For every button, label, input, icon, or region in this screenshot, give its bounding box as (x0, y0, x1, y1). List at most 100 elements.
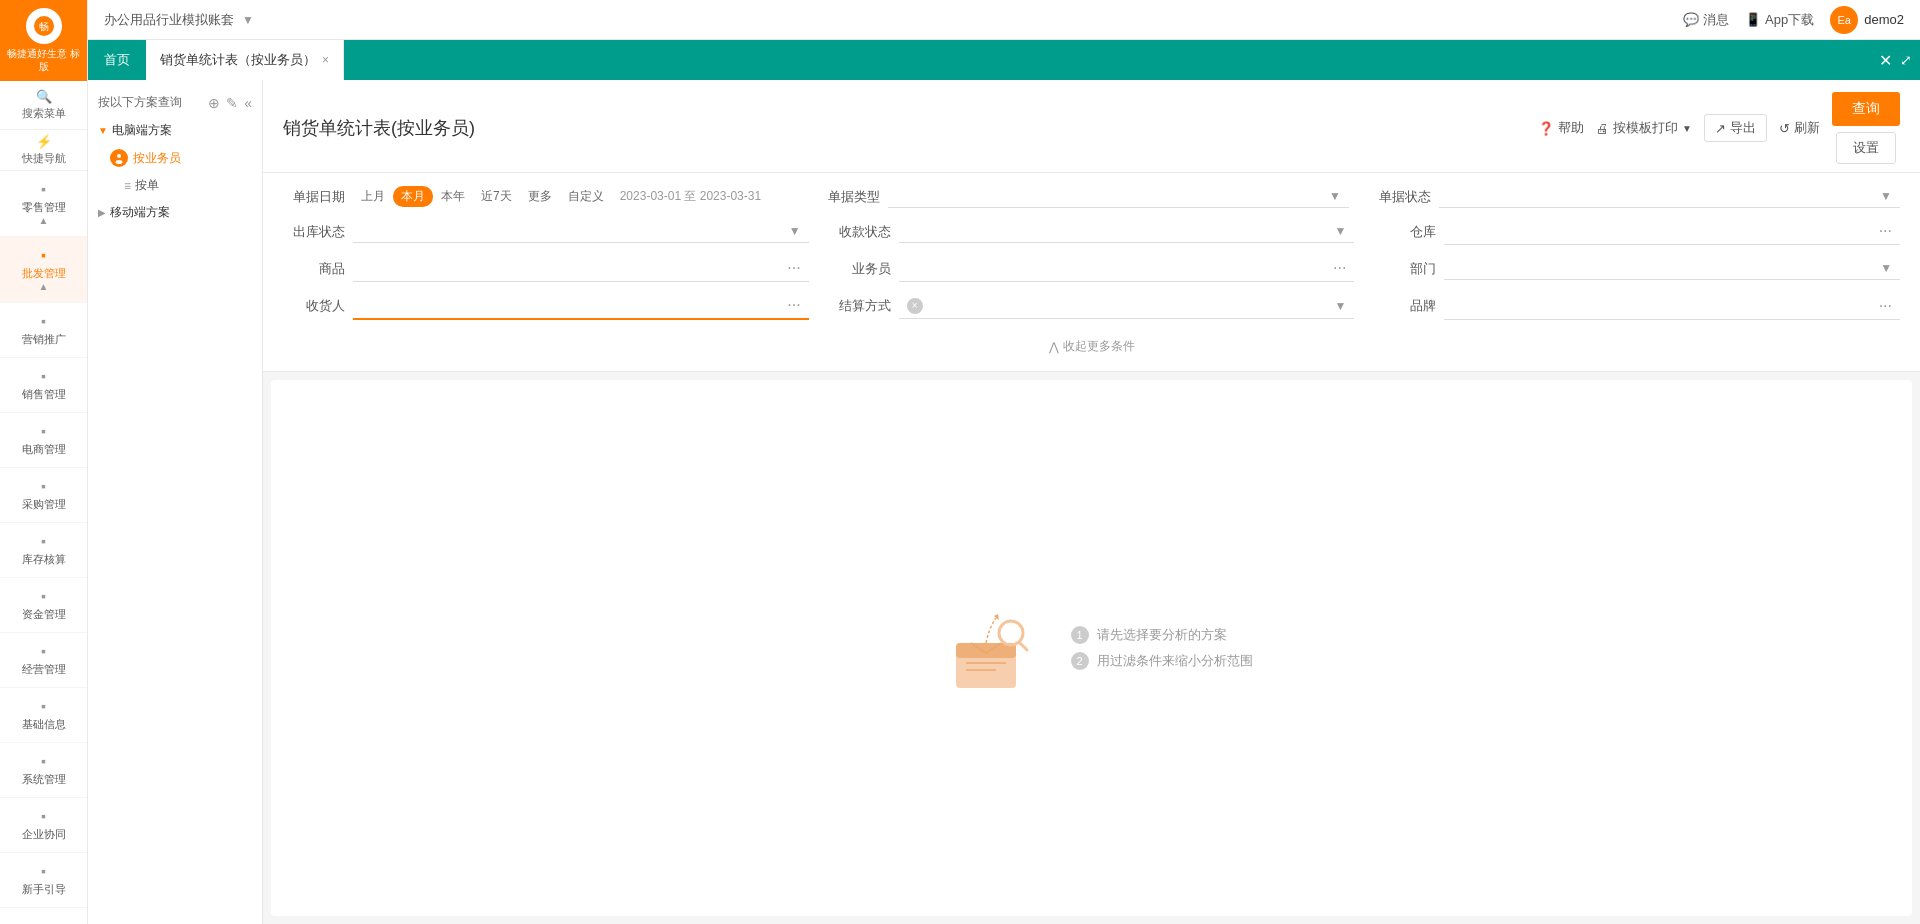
quick-nav[interactable]: ⚡ 快捷导航 (0, 130, 87, 171)
left-panel-icons: ⊕ ✎ « (208, 95, 252, 111)
left-panel: 按以下方案查询 ⊕ ✎ « ▼ 电脑端方案 按业务员 (88, 80, 263, 924)
phone-icon: 📱 (1745, 12, 1761, 27)
tip1-number: 1 (1071, 626, 1089, 644)
sidebar-nav-item-2[interactable]: ▪ 营销推广 (0, 303, 87, 358)
warehouse-label: 仓库 (1374, 223, 1444, 241)
collapse-row: ⋀ 收起更多条件 (283, 330, 1900, 359)
mobile-group-title[interactable]: ▶ 移动端方案 (88, 199, 262, 226)
query-button[interactable]: 查询 (1832, 92, 1900, 126)
date-tab-more[interactable]: 更多 (520, 186, 560, 207)
nav-icon-12: ▪ (41, 863, 46, 879)
date-tab-this-year[interactable]: 本年 (433, 186, 473, 207)
sidebar-nav-item-3[interactable]: ▪ 销售管理 (0, 358, 87, 413)
sidebar-nav-item-6[interactable]: ▪ 库存核算 (0, 523, 87, 578)
tab-controls: ✕ ⤢ (1871, 51, 1920, 70)
pc-scheme-group: ▼ 电脑端方案 按业务员 ≡ 按单 (88, 117, 262, 199)
department-label: 部门 (1374, 260, 1444, 278)
settings-button[interactable]: 设置 (1836, 132, 1896, 164)
settlement-select[interactable]: × ▼ (899, 294, 1355, 319)
app-download-label: App下载 (1765, 11, 1814, 29)
sidebar-nav-item-13[interactable]: ▪ 应用中心 (0, 908, 87, 924)
scheme-by-doc[interactable]: ≡ 按单 (88, 172, 262, 199)
search-icon: 🔍 (36, 89, 52, 104)
goods-dots[interactable]: ··· (787, 259, 800, 277)
brand-dots[interactable]: ··· (1879, 297, 1892, 315)
maximize-icon[interactable]: ⤢ (1900, 52, 1912, 68)
scheme-by-salesperson[interactable]: 按业务员 (88, 144, 262, 172)
mobile-scheme-group: ▶ 移动端方案 (88, 199, 262, 226)
warehouse-dots[interactable]: ··· (1879, 222, 1892, 240)
sidebar-nav-item-1[interactable]: ▪ 批发管理 ▲ (0, 237, 87, 303)
search-label: 搜索菜单 (22, 106, 66, 121)
date-tab-last-month[interactable]: 上月 (353, 186, 393, 207)
sidebar-nav-item-11[interactable]: ▪ 企业协同 (0, 798, 87, 853)
date-tab-7days[interactable]: 近7天 (473, 186, 520, 207)
refresh-btn[interactable]: ↺ 刷新 (1779, 119, 1820, 137)
close-window-icon[interactable]: ✕ (1879, 51, 1892, 70)
goods-input[interactable]: ··· (353, 255, 809, 282)
message-btn[interactable]: 💬 消息 (1683, 11, 1729, 29)
salesperson-input[interactable]: ··· (899, 255, 1355, 282)
collapse-panel-icon[interactable]: « (244, 95, 252, 111)
collection-status-label: 收款状态 (829, 223, 899, 241)
out-status-select[interactable]: ▼ (353, 220, 809, 243)
add-scheme-icon[interactable]: ⊕ (208, 95, 220, 111)
logo-icon: 畅 (26, 8, 62, 44)
nav-icon-1: ▪ (41, 247, 46, 263)
help-icon: ❓ (1538, 121, 1554, 136)
date-tab-custom[interactable]: 自定义 (560, 186, 612, 207)
page-actions: ❓ 帮助 🖨 按模板打印 ▼ ↗ 导出 ↺ 刷新 (1538, 92, 1900, 164)
warehouse-input[interactable]: ··· (1444, 218, 1900, 245)
header-dropdown-icon[interactable]: ▼ (242, 13, 254, 27)
sidebar-search[interactable]: 🔍 搜索菜单 (0, 81, 87, 130)
sidebar-nav-item-4[interactable]: ▪ 电商管理 (0, 413, 87, 468)
settlement-clear-btn[interactable]: × (907, 298, 923, 314)
filter-row-1: 单据日期 上月 本月 本年 近7天 更多 自定义 2023-03-01 至 20… (283, 185, 1900, 208)
sidebar-nav-item-12[interactable]: ▪ 新手引导 (0, 853, 87, 908)
sidebar-nav-item-8[interactable]: ▪ 经营管理 (0, 633, 87, 688)
department-select[interactable]: ▼ (1444, 257, 1900, 280)
app-download-btn[interactable]: 📱 App下载 (1745, 11, 1814, 29)
nav-icon-3: ▪ (41, 368, 46, 384)
export-btn[interactable]: ↗ 导出 (1704, 114, 1767, 142)
brand-input[interactable]: ··· (1444, 293, 1900, 320)
edit-scheme-icon[interactable]: ✎ (226, 95, 238, 111)
collapse-btn[interactable]: ⋀ 收起更多条件 (1049, 338, 1135, 355)
sidebar-nav-item-9[interactable]: ▪ 基础信息 (0, 688, 87, 743)
export-icon: ↗ (1715, 121, 1726, 136)
doc-status-select[interactable]: ▼ (1439, 185, 1900, 208)
tab-sales-stats[interactable]: 销货单统计表（按业务员） × (146, 40, 344, 80)
nav-icon-4: ▪ (41, 423, 46, 439)
pc-group-title[interactable]: ▼ 电脑端方案 (88, 117, 262, 144)
help-btn[interactable]: ❓ 帮助 (1538, 119, 1584, 137)
brand-label: 品牌 (1374, 297, 1444, 315)
user-area[interactable]: Ea demo2 (1830, 6, 1904, 34)
empty-inner: 1 请先选择要分析的方案 2 用过滤条件来缩小分析范围 (931, 598, 1253, 698)
sidebar-nav-item-10[interactable]: ▪ 系统管理 (0, 743, 87, 798)
scheme-label: 按业务员 (133, 150, 181, 167)
department-chevron: ▼ (1880, 261, 1892, 275)
date-tabs: 上月 本月 本年 近7天 更多 自定义 2023-03-01 至 2023-03… (353, 186, 798, 207)
doc-type-select[interactable]: ▼ (888, 185, 1349, 208)
recipient-input[interactable]: ··· (353, 292, 809, 320)
sidebar-nav-item-5[interactable]: ▪ 采购管理 (0, 468, 87, 523)
date-tab-this-month[interactable]: 本月 (393, 186, 433, 207)
svg-text:畅: 畅 (39, 21, 49, 32)
salesperson-dots[interactable]: ··· (1333, 259, 1346, 277)
tab-home[interactable]: 首页 (88, 40, 146, 80)
mobile-expand-icon: ▶ (98, 207, 106, 218)
sidebar-nav-item-7[interactable]: ▪ 资金管理 (0, 578, 87, 633)
recipient-dots[interactable]: ··· (787, 296, 800, 314)
tip2-text: 用过滤条件来缩小分析范围 (1097, 652, 1253, 670)
filter-row-4: 收货人 ··· 结算方式 × ▼ 品牌 ··· (283, 292, 1900, 320)
refresh-label: 刷新 (1794, 119, 1820, 137)
sidebar-nav-item-0[interactable]: ▪ 零售管理 ▲ (0, 171, 87, 237)
left-panel-header: 按以下方案查询 ⊕ ✎ « (88, 88, 262, 117)
tab-close-icon[interactable]: × (322, 53, 329, 67)
template-print-btn[interactable]: 🖨 按模板打印 ▼ (1596, 119, 1692, 137)
tab-bar: 首页 销货单统计表（按业务员） × ✕ ⤢ (88, 40, 1920, 80)
sidebar-nav-list: ▪ 零售管理 ▲▪ 批发管理 ▲▪ 营销推广 ▪ 销售管理 ▪ 电商管理 ▪ 采… (0, 171, 87, 924)
sidebar-logo[interactable]: 畅 畅捷通好生意 标版 (0, 0, 87, 81)
collection-status-select[interactable]: ▼ (899, 220, 1355, 243)
refresh-icon: ↺ (1779, 121, 1790, 136)
